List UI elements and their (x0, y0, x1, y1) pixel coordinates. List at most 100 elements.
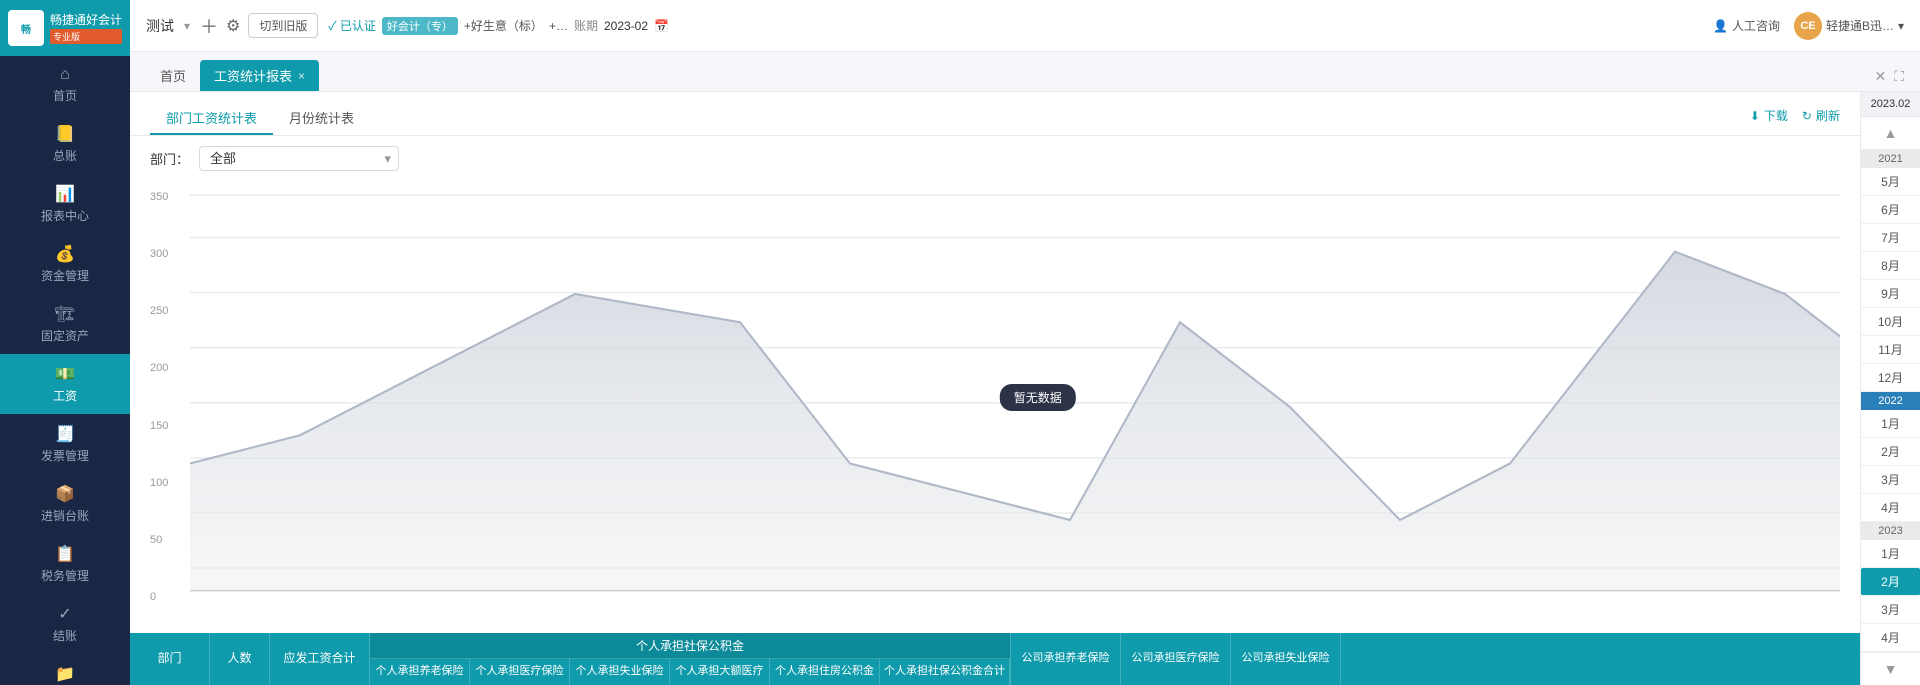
date-month-2021-11月[interactable]: 11月 (1861, 336, 1920, 364)
nav-label-reports: 报表中心 (41, 207, 89, 224)
topbar-status: ✓ 已认证 好会计（专） +好生意（标） +… 账期 2023-02 📅 (328, 17, 669, 35)
nav-label-inventory: 进销台账 (41, 507, 89, 524)
main-area: 测试 ▾ ＋ ⚙ 切到旧版 ✓ 已认证 好会计（专） +好生意（标） +… 账期… (130, 0, 1920, 685)
nav-icon-funds: 💰 (55, 244, 75, 264)
filter-label: 部门： (150, 149, 189, 168)
topbar-actions: ＋ ⚙ 切到旧版 (200, 13, 318, 39)
nav-icon-checkout: ✓ (58, 604, 71, 624)
sidebar-item-ledger[interactable]: 📒总账 (0, 114, 130, 174)
maximize-icon[interactable]: ⛶ (1894, 68, 1904, 85)
date-year-2022: 2022 (1861, 392, 1920, 410)
y-axis-label: 350 (150, 191, 190, 203)
subtab-dept[interactable]: 部门工资统计表 (150, 102, 273, 135)
nav-icon-reports: 📊 (55, 184, 75, 204)
date-scroll-down-icon[interactable]: ▼ (1880, 657, 1902, 681)
sidebar-item-checkout[interactable]: ✓结账 (0, 594, 130, 654)
subtab-month-label: 月份统计表 (289, 111, 354, 126)
nav-label-assets: 固定资产 (41, 327, 89, 344)
date-year-2023: 2023 (1861, 522, 1920, 540)
date-month-2021-7月[interactable]: 7月 (1861, 224, 1920, 252)
date-month-2023-3月[interactable]: 3月 (1861, 596, 1920, 624)
topbar-right: 👤 人工咨询 CE 轻捷通B迅… ▾ (1713, 12, 1904, 40)
sidebar-item-reports[interactable]: 📊 报表中心 (0, 174, 130, 234)
nav-icon-archive: 📁 (55, 664, 75, 684)
date-month-2021-6月[interactable]: 6月 (1861, 196, 1920, 224)
logo-area: 畅 畅捷通好会计 专业版 (0, 0, 130, 56)
logo-icon: 畅 (8, 10, 44, 46)
refresh-button[interactable]: ↻ 刷新 (1802, 107, 1840, 124)
nav-icon-tax: 📋 (55, 544, 75, 564)
settings-icon[interactable]: ⚙ (226, 16, 240, 36)
period-value: 2023-02 (604, 19, 648, 33)
date-panel-value: 2023.02 (1871, 98, 1911, 110)
consultant-icon: 👤 (1713, 19, 1728, 33)
refresh-icon: ↻ (1802, 109, 1812, 123)
download-button[interactable]: ⬇ 下载 (1750, 107, 1788, 124)
date-month-2022-4月[interactable]: 4月 (1861, 494, 1920, 522)
user-menu[interactable]: CE 轻捷通B迅… ▾ (1794, 12, 1904, 40)
sidebar-item-inventory[interactable]: 📦进销台账 (0, 474, 130, 534)
logo-badge: 专业版 (50, 29, 122, 44)
consultant-label: 人工咨询 (1732, 17, 1780, 34)
th-personal-total: 个人承担社保公积金合计 (880, 659, 1010, 685)
y-axis-label: 0 (150, 591, 190, 603)
date-panel-header: 2023.02 (1861, 92, 1920, 117)
y-axis-label: 250 (150, 305, 190, 317)
date-month-2021-5月[interactable]: 5月 (1861, 168, 1920, 196)
date-month-2021-12月[interactable]: 12月 (1861, 364, 1920, 392)
date-month-2021-10月[interactable]: 10月 (1861, 308, 1920, 336)
chart-container: 050100150200250300350 (130, 181, 1860, 633)
sidebar: 畅 畅捷通好会计 专业版 ⌂ 首页 📒总账 📊 报表中心 💰资金管理🏗固定资产💵工资🧾发票… (0, 0, 130, 685)
date-month-2023-4月[interactable]: 4月 (1861, 624, 1920, 652)
nav-icon-home: ⌂ (60, 66, 70, 84)
sidebar-item-tax[interactable]: 📋 税务管理 (0, 534, 130, 594)
date-panel-scroll: 20215月6月7月8月9月10月11月12月20221月2月3月4月20231… (1861, 150, 1920, 652)
sidebar-item-salary[interactable]: 💵工资 (0, 354, 130, 414)
tab-salary-label: 工资统计报表 (214, 66, 292, 85)
subtab-bar: 部门工资统计表 月份统计表 ⬇ 下载 ↻ 刷新 (130, 92, 1860, 136)
switch-mode-button[interactable]: 切到旧版 (248, 13, 318, 38)
date-month-2022-1月[interactable]: 1月 (1861, 410, 1920, 438)
sidebar-item-home[interactable]: ⌂ 首页 (0, 56, 130, 114)
tab-home[interactable]: 首页 (146, 60, 200, 91)
content-area: 部门工资统计表 月份统计表 ⬇ 下载 ↻ 刷新 (130, 92, 1860, 685)
y-axis-label: 50 (150, 534, 190, 546)
th-personal-unemployment: 个人承担失业保险 (570, 659, 670, 685)
dept-filter-select[interactable]: 全部 部门一 部门二 (199, 146, 399, 171)
date-month-2021-8月[interactable]: 8月 (1861, 252, 1920, 280)
sidebar-item-archive[interactable]: 📁归档管理 (0, 654, 130, 685)
date-month-2022-2月[interactable]: 2月 (1861, 438, 1920, 466)
date-month-2022-3月[interactable]: 3月 (1861, 466, 1920, 494)
user-chevron-icon: ▾ (1898, 19, 1904, 33)
date-month-2021-9月[interactable]: 9月 (1861, 280, 1920, 308)
tab-salary-report[interactable]: 工资统计报表 × (200, 60, 319, 91)
period-label: 账期 (574, 17, 598, 34)
nav-label-tax: 税务管理 (41, 567, 89, 584)
calendar-icon[interactable]: 📅 (654, 19, 669, 33)
th-dept: 部门 (130, 633, 210, 685)
chart-svg (190, 181, 1840, 633)
y-axis-label: 100 (150, 477, 190, 489)
nav-label-home: 首页 (53, 87, 77, 104)
y-axis-label: 200 (150, 362, 190, 374)
consultant-button[interactable]: 👤 人工咨询 (1713, 17, 1780, 34)
panel-close-icon[interactable]: ✕ (1874, 68, 1886, 85)
certified-status: ✓ 已认证 (328, 17, 376, 34)
sidebar-item-assets[interactable]: 🏗固定资产 (0, 294, 130, 354)
th-company-medical: 公司承担医疗保险 (1121, 633, 1231, 685)
add-button[interactable]: ＋ (200, 13, 218, 39)
filter-bar: 部门： 全部 部门一 部门二 (130, 136, 1860, 181)
date-scroll-up-icon[interactable]: ▲ (1880, 121, 1902, 145)
sidebar-item-invoice[interactable]: 🧾发票管理 (0, 414, 130, 474)
topbar-chevron-icon[interactable]: ▾ (184, 19, 190, 33)
th-personal-housing-fund: 个人承担住房公积金 (770, 659, 880, 685)
tab-close-icon[interactable]: × (298, 69, 305, 83)
nav-label-ledger: 总账 (53, 147, 77, 164)
sidebar-item-funds[interactable]: 💰资金管理 (0, 234, 130, 294)
status-tag-2: +好生意（标） (464, 17, 543, 34)
subtab-month[interactable]: 月份统计表 (273, 102, 370, 135)
date-month-2023-1月[interactable]: 1月 (1861, 540, 1920, 568)
date-month-2023-2月[interactable]: 2月 (1861, 568, 1920, 596)
status-tag-3: +… (549, 19, 568, 33)
th-personal-group: 个人承担社保公积金 个人承担养老保险 个人承担医疗保险 个人承担失业保险 个人承… (370, 633, 1011, 685)
